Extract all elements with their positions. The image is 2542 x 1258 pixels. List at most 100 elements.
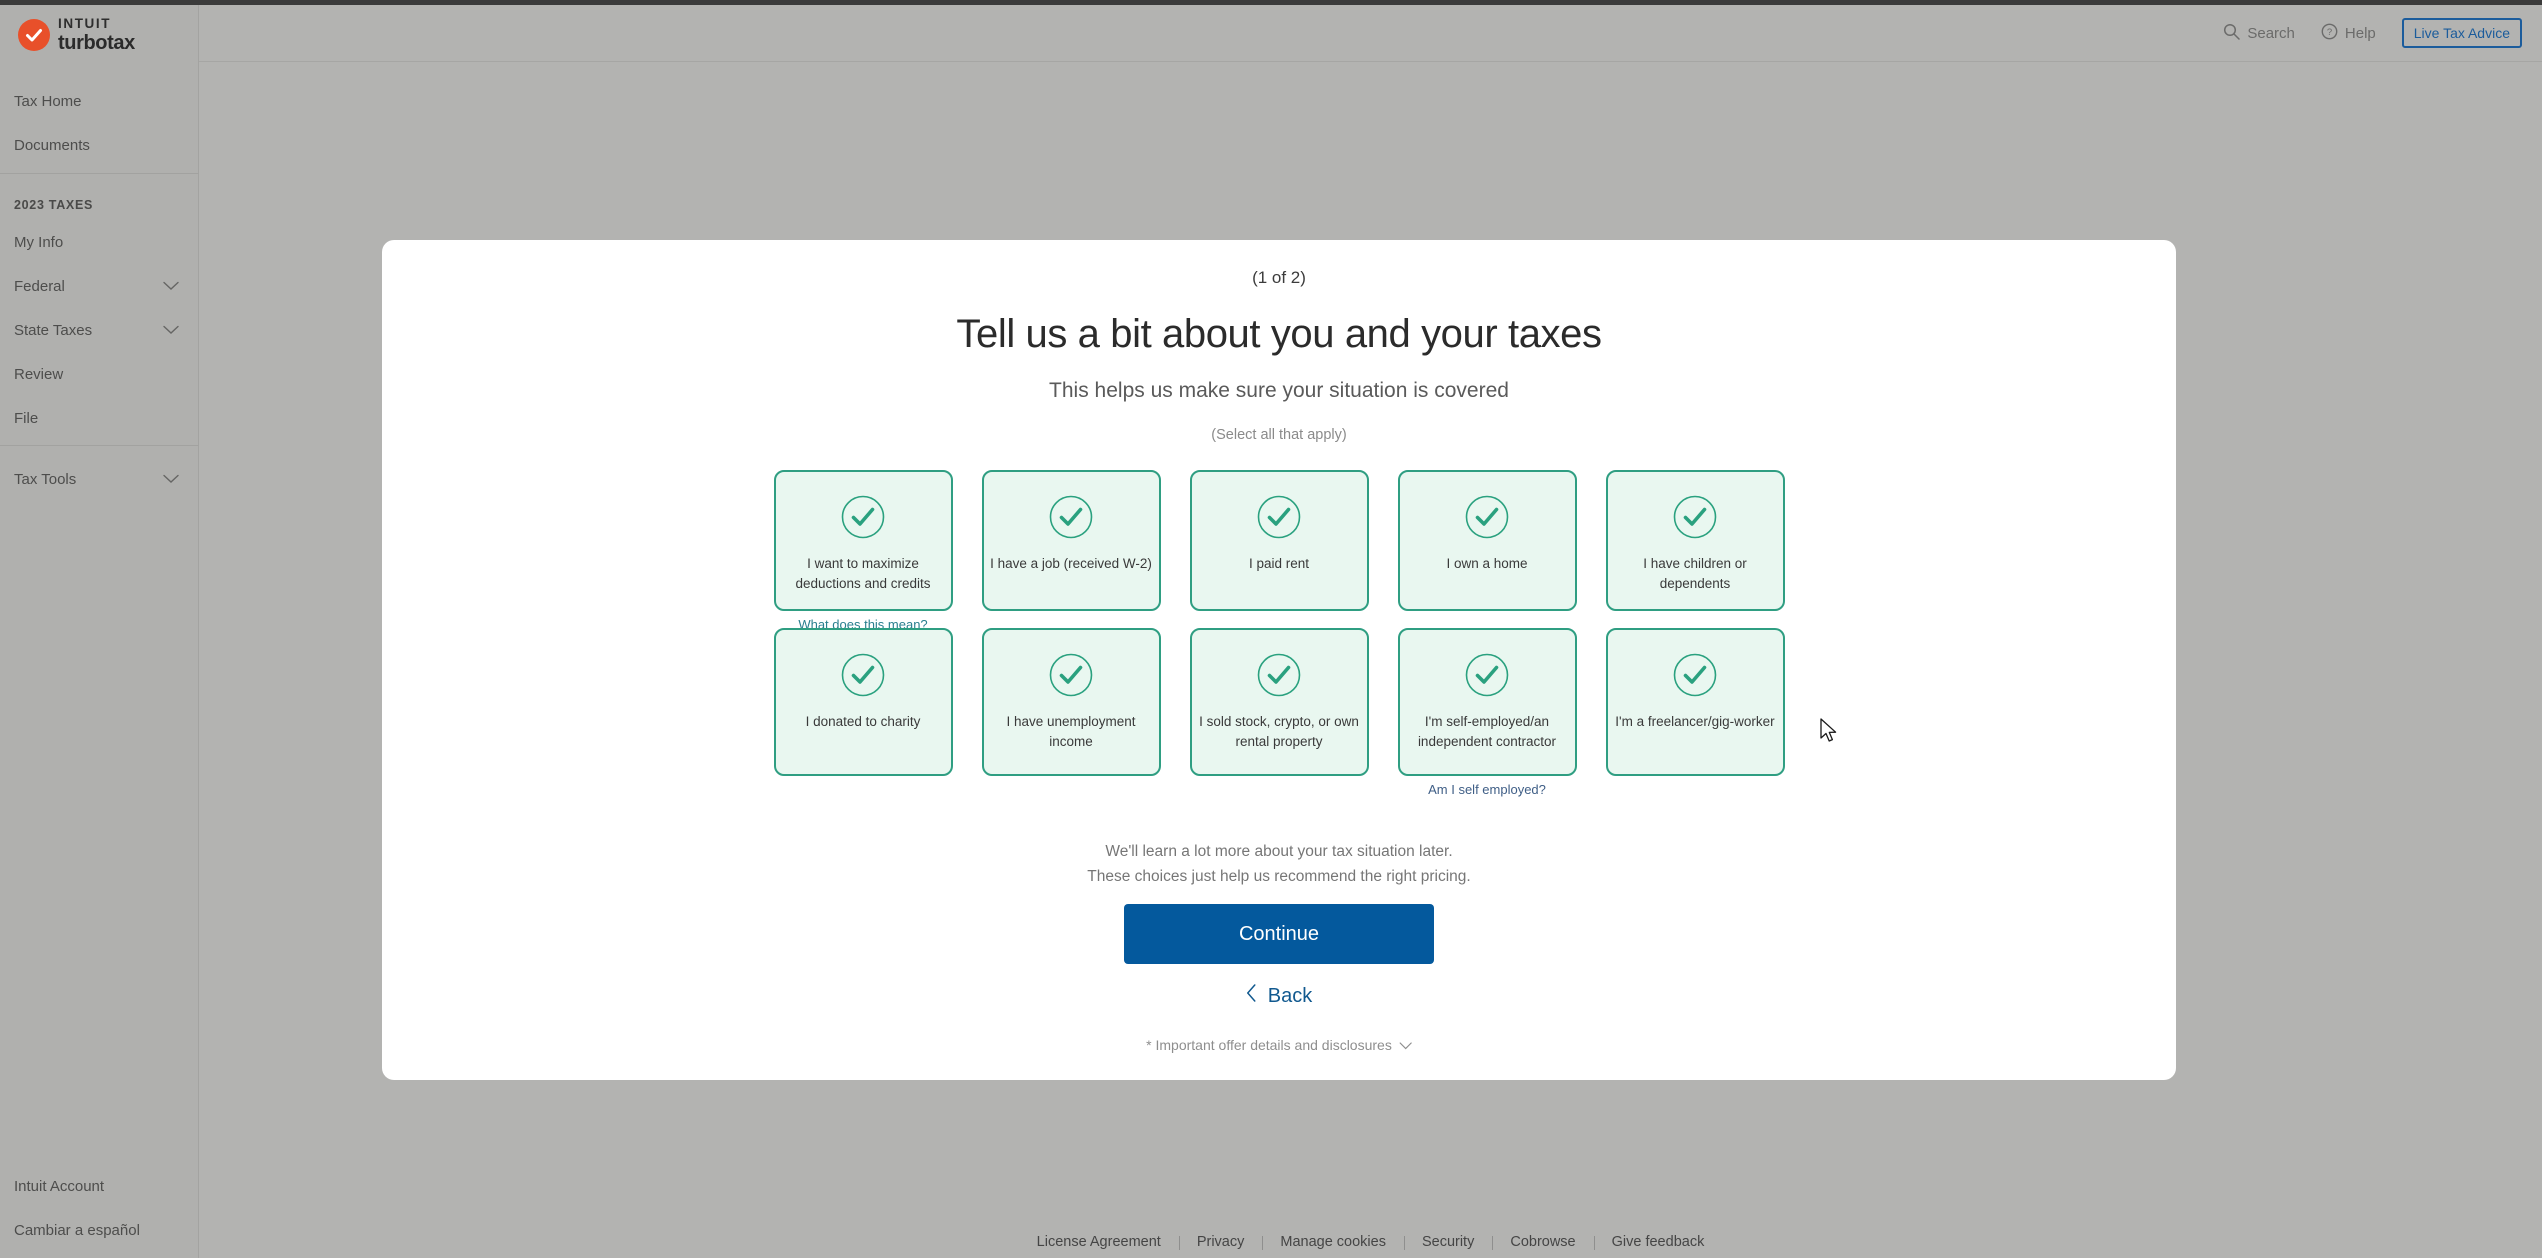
option-label: I want to maximize deductions and credit…: [795, 556, 931, 591]
option-label: I'm self-employed/an independent contrac…: [1417, 714, 1557, 749]
select-all-hint: (Select all that apply): [1211, 427, 1347, 443]
option-label: I paid rent: [1248, 556, 1310, 571]
option-wrap-paid-rent: I paid rent: [1189, 470, 1369, 611]
option-label: I have unemployment income: [1006, 714, 1136, 749]
check-circle-icon: [1672, 652, 1718, 698]
chevron-down-icon: [1399, 1037, 1412, 1053]
sidebar-item-federal[interactable]: Federal: [0, 264, 199, 308]
footer-link-manage-cookies[interactable]: Manage cookies: [1262, 1234, 1404, 1250]
option-card-own-home[interactable]: I own a home: [1397, 470, 1577, 611]
option-card-maximize-deductions[interactable]: I want to maximize deductions and credit…: [773, 470, 953, 611]
footer-link-privacy[interactable]: Privacy: [1178, 1234, 1263, 1250]
option-card-self-employed[interactable]: I'm self-employed/an independent contrac…: [1397, 628, 1577, 776]
footer-link-license-agreement[interactable]: License Agreement: [1019, 1234, 1179, 1250]
sidebar-divider-2: [0, 445, 199, 446]
option-card-unemployment-income[interactable]: I have unemployment income: [981, 628, 1161, 776]
disclosures-toggle[interactable]: * Important offer details and disclosure…: [1146, 1037, 1412, 1053]
sidebar-item-label: File: [14, 409, 39, 427]
top-header: Search ? Help Live Tax Advice: [199, 5, 2542, 62]
check-circle-icon: [840, 652, 886, 698]
help-label: Help: [2344, 24, 2376, 42]
chevron-down-icon: [163, 322, 179, 339]
pricing-note: We'll learn a lot more about your tax si…: [382, 840, 2176, 890]
sidebar-item-label: Tax Tools: [14, 470, 77, 488]
check-circle-icon: [1256, 652, 1302, 698]
page-title: Tell us a bit about you and your taxes: [956, 312, 1602, 356]
continue-button[interactable]: Continue: [1124, 904, 1434, 964]
step-counter: (1 of 2): [1252, 268, 1306, 287]
app-root: INTUIT turbotax Tax Home Documents 2023 …: [0, 0, 2542, 1258]
disclosures-label: * Important offer details and disclosure…: [1146, 1037, 1392, 1053]
main-content-card: (1 of 2) Tell us a bit about you and you…: [382, 240, 2176, 1080]
option-label: I donated to charity: [805, 714, 921, 729]
sidebar-group-bottom: Intuit Account Cambiar a español: [0, 1164, 199, 1252]
live-tax-advice-button[interactable]: Live Tax Advice: [2401, 18, 2522, 48]
option-card-sold-stock-crypto-rental[interactable]: I sold stock, crypto, or own rental prop…: [1189, 628, 1369, 776]
turbotax-logo[interactable]: INTUIT turbotax: [18, 17, 135, 53]
sidebar-item-label: Documents: [14, 136, 90, 154]
check-circle-icon: [1256, 494, 1302, 540]
sidebar-item-tax-tools[interactable]: Tax Tools: [0, 457, 199, 501]
check-circle-icon: [1464, 494, 1510, 540]
sidebar-item-label: State Taxes: [14, 321, 93, 339]
option-label: I sold stock, crypto, or own rental prop…: [1199, 714, 1359, 749]
sidebar-item-file[interactable]: File: [0, 396, 199, 440]
option-wrap-unemployment-income: I have unemployment income: [981, 628, 1161, 776]
option-wrap-maximize-deductions: I want to maximize deductions and credit…: [773, 470, 953, 632]
sidebar-item-label: Federal: [14, 277, 65, 295]
logo-intuit-text: INTUIT: [58, 16, 112, 31]
chevron-down-icon: [163, 278, 179, 295]
checkmark-badge-icon: [18, 18, 50, 51]
option-card-freelancer-gig-worker[interactable]: I'm a freelancer/gig-worker: [1605, 628, 1785, 776]
logo-turbotax-text: turbotax: [58, 31, 135, 54]
check-circle-icon: [1048, 494, 1094, 540]
sidebar-item-tax-home[interactable]: Tax Home: [0, 79, 199, 123]
help-button[interactable]: ? Help: [2321, 23, 2376, 44]
pricing-note-line-2: These choices just help us recommend the…: [1087, 867, 1471, 885]
options-row-1: I want to maximize deductions and credit…: [773, 470, 1785, 632]
page-footer: License Agreement Privacy Manage cookies…: [199, 1234, 2542, 1250]
help-circle-icon: ?: [2321, 23, 2338, 44]
footer-link-cobrowse[interactable]: Cobrowse: [1492, 1234, 1593, 1250]
option-wrap-freelancer-gig-worker: I'm a freelancer/gig-worker: [1605, 628, 1785, 776]
option-card-children-dependents[interactable]: I have children or dependents: [1605, 470, 1785, 611]
option-label: I'm a freelancer/gig-worker: [1615, 714, 1775, 729]
sidebar-divider-1: [0, 173, 199, 174]
back-label: Back: [1267, 984, 1313, 1007]
chevron-down-icon: [163, 471, 179, 488]
page-subtitle: This helps us make sure your situation i…: [1049, 379, 1509, 402]
back-button[interactable]: Back: [1246, 984, 1312, 1008]
sidebar-section-2023-taxes: 2023 TAXES: [14, 198, 94, 212]
sidebar-item-my-info[interactable]: My Info: [0, 220, 199, 264]
pricing-note-line-1: We'll learn a lot more about your tax si…: [1105, 843, 1453, 860]
option-label: I have a job (received W-2): [990, 556, 1152, 571]
option-card-donated-charity[interactable]: I donated to charity: [773, 628, 953, 776]
options-row-2: I donated to charity I have unemployment…: [773, 628, 1785, 797]
sidebar-item-label: Cambiar a español: [14, 1221, 140, 1239]
footer-link-give-feedback[interactable]: Give feedback: [1593, 1234, 1723, 1250]
options-grid: I want to maximize deductions and credit…: [773, 470, 1785, 797]
check-circle-icon: [1464, 652, 1510, 698]
search-label: Search: [2247, 24, 2295, 42]
sidebar-item-intuit-account[interactable]: Intuit Account: [0, 1164, 199, 1208]
option-wrap-children-dependents: I have children or dependents: [1605, 470, 1785, 611]
sidebar-item-label: Tax Home: [14, 92, 82, 110]
option-wrap-have-job-w2: I have a job (received W-2): [981, 470, 1161, 611]
check-circle-icon: [840, 494, 886, 540]
option-card-have-job-w2[interactable]: I have a job (received W-2): [981, 470, 1161, 611]
sidebar-item-cambiar-espanol[interactable]: Cambiar a español: [0, 1208, 199, 1252]
check-circle-icon: [1672, 494, 1718, 540]
chevron-left-icon: [1246, 984, 1257, 1008]
option-card-paid-rent[interactable]: I paid rent: [1189, 470, 1369, 611]
svg-text:?: ?: [2327, 27, 2332, 38]
footer-link-security[interactable]: Security: [1403, 1234, 1492, 1250]
helper-link-am-i-self-employed[interactable]: Am I self employed?: [1428, 782, 1546, 797]
search-button[interactable]: Search: [2223, 23, 2295, 44]
sidebar-item-state-taxes[interactable]: State Taxes: [0, 308, 199, 352]
sidebar: INTUIT turbotax Tax Home Documents 2023 …: [0, 5, 199, 1258]
sidebar-item-review[interactable]: Review: [0, 352, 199, 396]
sidebar-group-taxes: 2023 TAXES My Info Federal State Taxes R…: [0, 190, 199, 440]
option-wrap-donated-charity: I donated to charity: [773, 628, 953, 776]
sidebar-item-documents[interactable]: Documents: [0, 123, 199, 167]
option-label: I own a home: [1446, 556, 1528, 571]
